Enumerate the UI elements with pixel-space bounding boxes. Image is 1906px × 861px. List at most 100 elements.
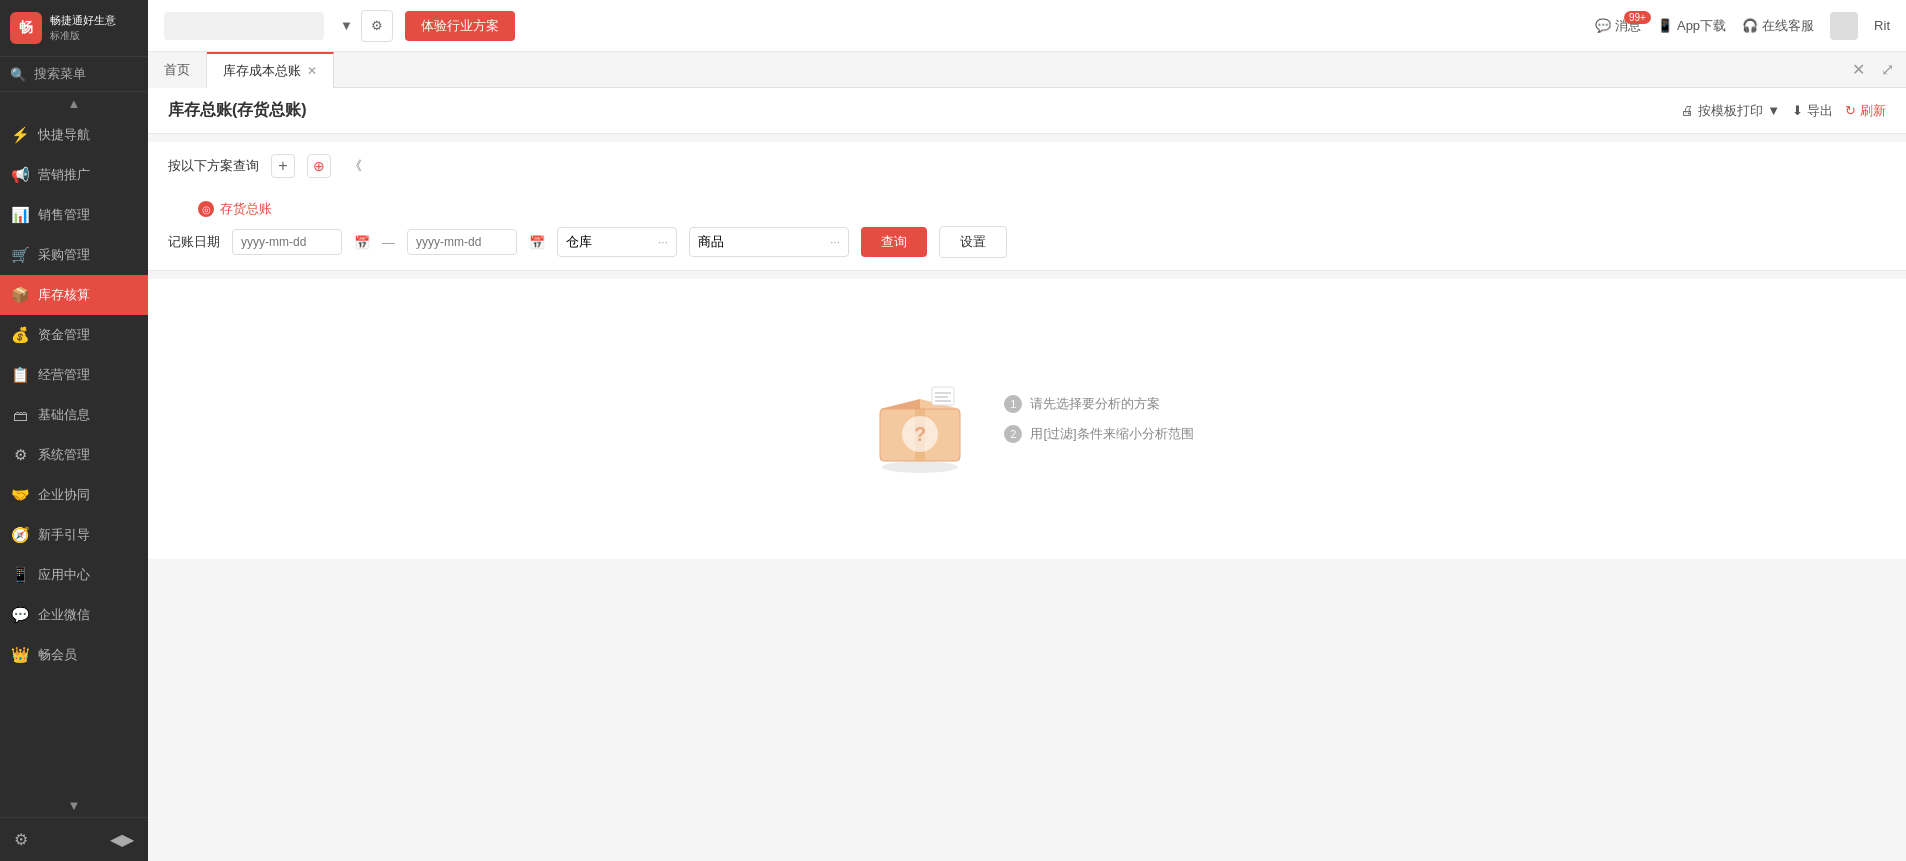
settings-filter-btn[interactable]: 设置: [939, 226, 1007, 258]
print-icon: 🖨: [1681, 103, 1694, 118]
date-end-input[interactable]: [407, 229, 517, 255]
tab-maximize-btn[interactable]: ⤢: [1877, 56, 1898, 83]
operation-icon: 📋: [10, 366, 30, 384]
svg-point-0: [882, 461, 958, 473]
warehouse-filter[interactable]: 仓库 ···: [557, 227, 677, 257]
sidebar-item-basic-info[interactable]: 🗃 基础信息: [0, 395, 148, 435]
finance-icon: 💰: [10, 326, 30, 344]
sidebar-item-enterprise[interactable]: 🤝 企业协同: [0, 475, 148, 515]
sidebar-item-guide[interactable]: 🧭 新手引导: [0, 515, 148, 555]
sidebar-item-system[interactable]: ⚙ 系统管理: [0, 435, 148, 475]
filter-collapse-btn[interactable]: 《: [343, 154, 367, 178]
app-download-btn[interactable]: 📱 App下载: [1657, 17, 1726, 35]
scheme-list: ◎ 存货总账: [168, 188, 1886, 226]
industry-btn[interactable]: 体验行业方案: [405, 11, 515, 41]
date-label: 记账日期: [168, 233, 220, 251]
marketing-icon: 📢: [10, 166, 30, 184]
sidebar-item-marketing[interactable]: 📢 营销推广: [0, 155, 148, 195]
app-logo-text: 畅捷通好生意 标准版: [50, 13, 116, 42]
wechat-icon: 💬: [10, 606, 30, 624]
tab-home[interactable]: 首页: [148, 52, 207, 88]
topbar-right: 💬 消息 99+ 📱 App下载 🎧 在线客服 Rit: [1595, 12, 1890, 40]
app-logo-icon: 畅: [10, 12, 42, 44]
sidebar: 畅 畅捷通好生意 标准版 🔍 搜索菜单 ▲ ⚡ 快捷导航 📢 营销推广 📊 销售…: [0, 0, 148, 861]
step-2-num: 2: [1004, 425, 1022, 443]
refresh-icon: ↻: [1845, 103, 1856, 118]
tab-close-all-btn[interactable]: ✕: [1848, 56, 1869, 83]
sidebar-item-quick-nav[interactable]: ⚡ 快捷导航: [0, 115, 148, 155]
goods-label: 商品: [698, 233, 724, 251]
message-badge: 99+: [1624, 11, 1651, 24]
filter-add-btn[interactable]: +: [271, 154, 295, 178]
goods-more-icon: ···: [830, 235, 840, 249]
enterprise-icon: 🤝: [10, 486, 30, 504]
user-avatar[interactable]: [1830, 12, 1858, 40]
sidebar-search[interactable]: 🔍 搜索菜单: [0, 57, 148, 92]
sidebar-scroll-up[interactable]: ▲: [0, 92, 148, 115]
system-icon: ⚙: [10, 446, 30, 464]
search-icon: 🔍: [10, 67, 26, 82]
calendar-end-icon[interactable]: 📅: [529, 235, 545, 250]
sidebar-item-operation[interactable]: 📋 经营管理: [0, 355, 148, 395]
tabbar-end: ✕ ⤢: [1848, 56, 1906, 83]
scheme-icon: ◎: [198, 201, 214, 217]
username-label: Rit: [1874, 18, 1890, 33]
topbar: ▼ ⚙ 体验行业方案 💬 消息 99+ 📱 App下载 🎧 在线客服 Rit: [148, 0, 1906, 52]
sidebar-item-wechat[interactable]: 💬 企业微信: [0, 595, 148, 635]
purchase-icon: 🛒: [10, 246, 30, 264]
sidebar-nav: ⚡ 快捷导航 📢 营销推广 📊 销售管理 🛒 采购管理 📦 库存核算 💰 资金管…: [0, 115, 148, 794]
topbar-left: ▼ ⚙ 体验行业方案: [164, 10, 1595, 42]
main-content: ▼ ⚙ 体验行业方案 💬 消息 99+ 📱 App下载 🎧 在线客服 Rit: [148, 0, 1906, 861]
calendar-start-icon[interactable]: 📅: [354, 235, 370, 250]
date-start-input[interactable]: [232, 229, 342, 255]
filter-scheme-btn[interactable]: ⊕: [307, 154, 331, 178]
sidebar-item-purchase[interactable]: 🛒 采购管理: [0, 235, 148, 275]
warehouse-more-icon: ···: [658, 235, 668, 249]
tabbar: 首页 库存成本总账 ✕ ✕ ⤢: [148, 52, 1906, 88]
sound-btn[interactable]: ◀▶: [106, 826, 138, 853]
empty-illustration: ?: [860, 359, 980, 479]
online-support-btn[interactable]: 🎧 在线客服: [1742, 17, 1814, 35]
filter-top: 按以下方案查询 + ⊕ 《: [168, 154, 1886, 178]
topbar-dropdown[interactable]: ▼: [332, 14, 361, 37]
message-btn[interactable]: 💬 消息 99+: [1595, 17, 1641, 35]
tab-close-inventory-cost[interactable]: ✕: [307, 64, 317, 78]
topbar-preview: [164, 12, 324, 40]
step-1-num: 1: [1004, 395, 1022, 413]
page-header-actions: 🖨 按模板打印 ▼ ⬇ 导出 ↻ 刷新: [1681, 102, 1886, 120]
sidebar-item-inventory[interactable]: 📦 库存核算: [0, 275, 148, 315]
sidebar-item-sales[interactable]: 📊 销售管理: [0, 195, 148, 235]
message-icon: 💬: [1595, 18, 1611, 33]
app-download-icon: 📱: [1657, 18, 1673, 33]
scheme-item-inventory[interactable]: ◎ 存货总账: [188, 196, 282, 222]
sidebar-bottom: ⚙ ◀▶: [0, 817, 148, 861]
svg-text:?: ?: [914, 423, 926, 445]
app-center-icon: 📱: [10, 566, 30, 584]
guide-icon: 🧭: [10, 526, 30, 544]
empty-state: ? 1 请先选择要分析的方案 2 用[过滤]条件来: [148, 279, 1906, 559]
member-icon: 👑: [10, 646, 30, 664]
headset-icon: 🎧: [1742, 18, 1758, 33]
sales-icon: 📊: [10, 206, 30, 224]
filter-area: 按以下方案查询 + ⊕ 《 ◎ 存货总账 记账日期 📅 — 📅: [148, 142, 1906, 271]
empty-hint-1: 1 请先选择要分析的方案: [1004, 395, 1193, 413]
warehouse-label: 仓库: [566, 233, 592, 251]
empty-text: 1 请先选择要分析的方案 2 用[过滤]条件来缩小分析范围: [1004, 395, 1193, 443]
sidebar-item-app-center[interactable]: 📱 应用中心: [0, 555, 148, 595]
inventory-icon: 📦: [10, 286, 30, 304]
goods-filter[interactable]: 商品 ···: [689, 227, 849, 257]
page-header: 库存总账(存货总账) 🖨 按模板打印 ▼ ⬇ 导出 ↻ 刷新: [148, 88, 1906, 134]
refresh-btn[interactable]: ↻ 刷新: [1845, 102, 1886, 120]
sidebar-scroll-down[interactable]: ▼: [0, 794, 148, 817]
export-btn[interactable]: ⬇ 导出: [1792, 102, 1833, 120]
print-btn[interactable]: 🖨 按模板打印 ▼: [1681, 102, 1780, 120]
empty-hint-2: 2 用[过滤]条件来缩小分析范围: [1004, 425, 1193, 443]
query-btn[interactable]: 查询: [861, 227, 927, 257]
tab-inventory-cost[interactable]: 库存成本总账 ✕: [207, 52, 334, 88]
quick-nav-icon: ⚡: [10, 126, 30, 144]
settings-btn[interactable]: ⚙: [10, 826, 32, 853]
sidebar-item-finance[interactable]: 💰 资金管理: [0, 315, 148, 355]
sidebar-item-member[interactable]: 👑 畅会员: [0, 635, 148, 675]
topbar-settings-icon[interactable]: ⚙: [361, 10, 393, 42]
export-icon: ⬇: [1792, 103, 1803, 118]
